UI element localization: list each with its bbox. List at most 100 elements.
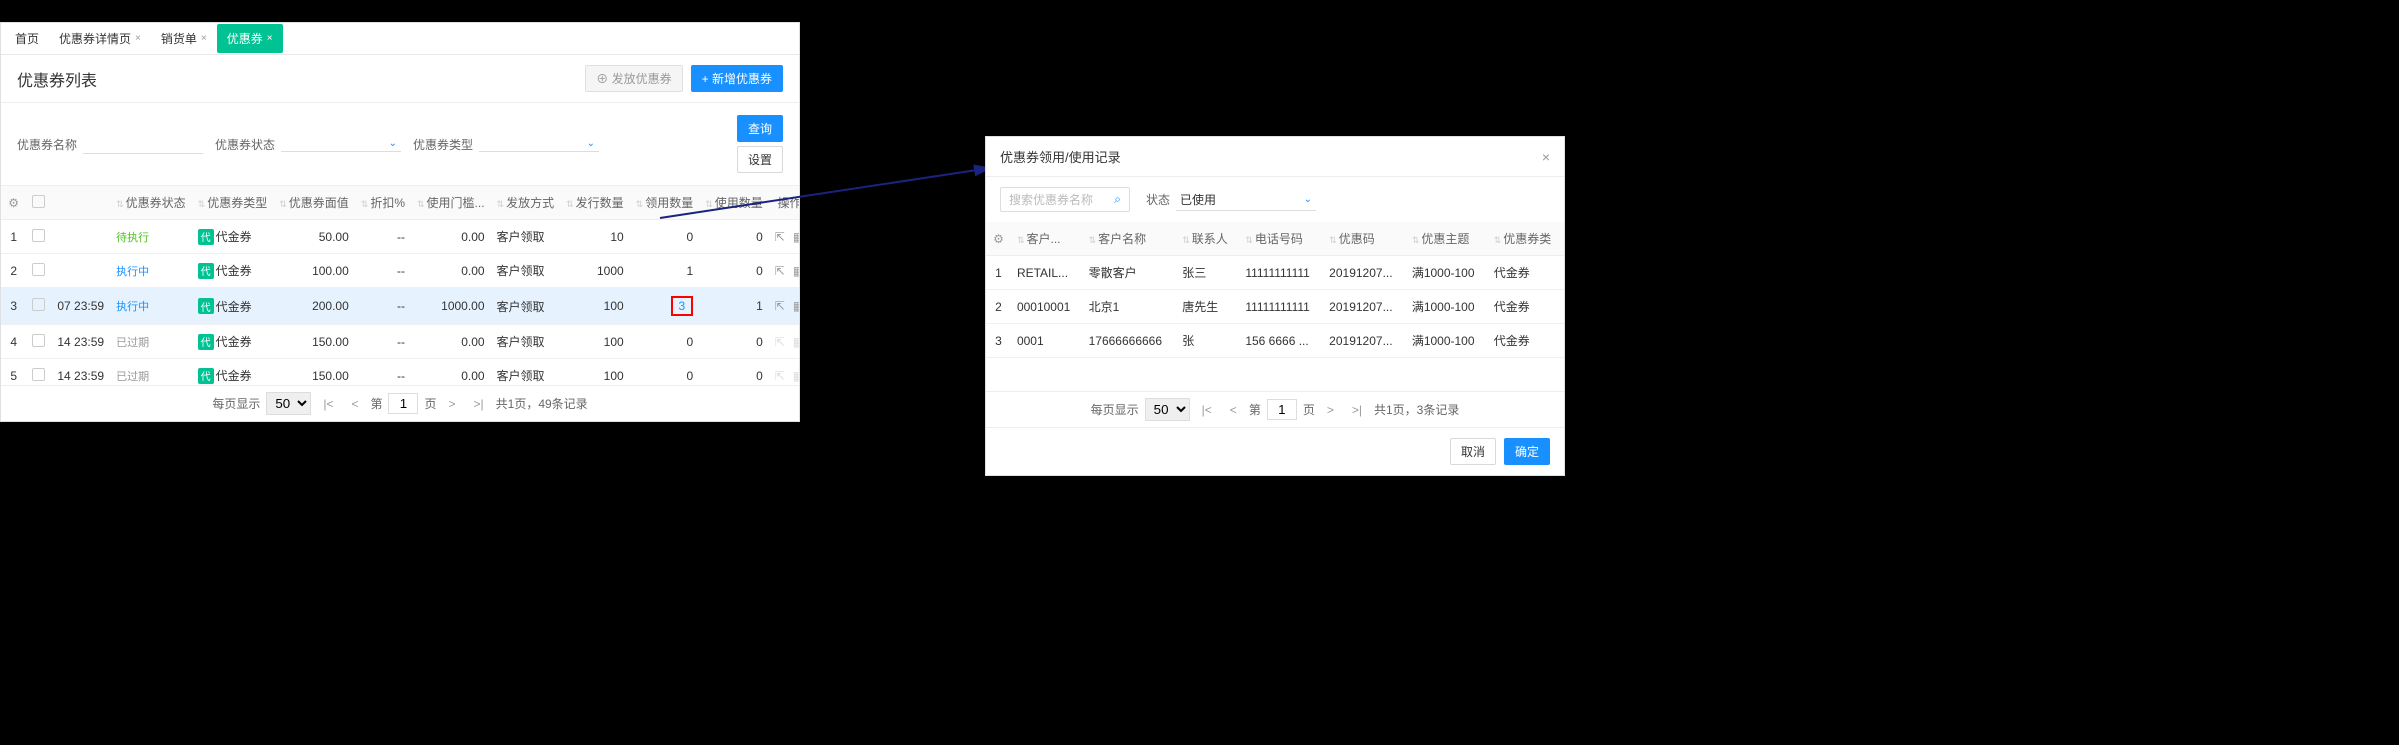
page-prefix: 第 — [370, 395, 382, 412]
sort-icon[interactable]: ⇅ — [1412, 235, 1420, 245]
qrcode-icon[interactable]: ▦ — [793, 369, 799, 383]
tab-coupon[interactable]: 优惠券× — [217, 24, 283, 53]
prev-page[interactable]: < — [1224, 401, 1243, 419]
search-button[interactable]: 查询 — [737, 115, 783, 142]
gear-icon[interactable]: ⚙ — [8, 196, 19, 210]
table-row[interactable]: 2 执行中 代代金券 100.00 -- 0.00 客户领取 1000 1 0 … — [1, 254, 799, 288]
add-coupon-button[interactable]: + 新增优惠券 — [691, 65, 783, 92]
col-cust-name[interactable]: 客户名称 — [1098, 232, 1146, 246]
table-row[interactable]: 2 00010001 北京1 唐先生 11111111111 20191207.… — [986, 290, 1564, 324]
sort-icon[interactable]: ⇅ — [361, 199, 369, 209]
next-page[interactable]: > — [443, 395, 462, 413]
status-badge: 执行中 — [116, 300, 149, 314]
sort-icon[interactable]: ⇅ — [1182, 235, 1190, 245]
sort-icon[interactable]: ⇅ — [1329, 235, 1337, 245]
confirm-button[interactable]: 确定 — [1504, 438, 1550, 465]
close-icon[interactable]: × — [267, 33, 273, 44]
table-row[interactable]: 3 07 23:59 执行中 代代金券 200.00 -- 1000.00 客户… — [1, 288, 799, 325]
search-icon[interactable]: ⌕ — [1114, 192, 1121, 207]
tab-detail[interactable]: 优惠券详情页× — [49, 24, 151, 53]
per-page-select[interactable]: 50 — [1145, 398, 1190, 421]
col-discount[interactable]: 折扣% — [370, 196, 405, 210]
sort-icon[interactable]: ⇅ — [279, 199, 287, 209]
distribute-button[interactable]: ⊕ 发放优惠券 — [585, 65, 682, 92]
tab-home[interactable]: 首页 — [5, 24, 49, 53]
col-contact[interactable]: 联系人 — [1192, 232, 1228, 246]
col-status[interactable]: 优惠券状态 — [126, 196, 186, 210]
page-header: 优惠券列表 ⊕ 发放优惠券 + 新增优惠券 — [1, 55, 799, 103]
per-page-select[interactable]: 50 — [266, 392, 311, 415]
sort-icon[interactable]: ⇅ — [566, 199, 574, 209]
filter-status-label: 优惠券状态 — [215, 136, 275, 153]
modal-title: 优惠券领用/使用记录 — [1000, 147, 1121, 166]
table-row[interactable]: 5 14 23:59 已过期 代代金券 150.00 -- 0.00 客户领取 … — [1, 359, 799, 386]
tab-sales[interactable]: 销货单× — [151, 24, 217, 53]
sort-icon[interactable]: ⇅ — [1245, 235, 1253, 245]
col-type[interactable]: 优惠券类 — [1503, 232, 1551, 246]
col-type[interactable]: 优惠券类型 — [207, 196, 267, 210]
page-summary: 共1页，49条记录 — [496, 395, 588, 412]
col-method[interactable]: 发放方式 — [506, 196, 554, 210]
page-input[interactable] — [1267, 399, 1297, 420]
sort-icon[interactable]: ⇅ — [116, 199, 124, 209]
first-page[interactable]: |< — [1196, 401, 1218, 419]
table-row[interactable]: 1 待执行 代代金券 50.00 -- 0.00 客户领取 10 0 0 ⇱▦ — [1, 220, 799, 254]
sort-icon[interactable]: ⇅ — [497, 199, 505, 209]
filter-type-select[interactable]: ⌄ — [479, 136, 599, 152]
qrcode-icon[interactable]: ▦ — [793, 299, 799, 313]
table-row[interactable]: 4 14 23:59 已过期 代代金券 150.00 -- 0.00 客户领取 … — [1, 325, 799, 359]
last-page[interactable]: >| — [1346, 401, 1368, 419]
row-checkbox[interactable] — [32, 334, 45, 347]
share-icon[interactable]: ⇱ — [775, 299, 785, 313]
close-icon[interactable]: × — [135, 33, 141, 44]
share-icon[interactable]: ⇱ — [775, 264, 785, 278]
sort-icon[interactable]: ⇅ — [705, 199, 713, 209]
table-row[interactable]: 1 RETAIL... 零散客户 张三 11111111111 20191207… — [986, 256, 1564, 290]
next-page[interactable]: > — [1321, 401, 1340, 419]
share-icon[interactable]: ⇱ — [775, 335, 785, 349]
col-issued[interactable]: 发行数量 — [576, 196, 624, 210]
modal-search[interactable]: ⌕ — [1000, 187, 1130, 212]
close-icon[interactable]: × — [1542, 149, 1550, 165]
col-phone[interactable]: 电话号码 — [1255, 232, 1303, 246]
filter-name-input[interactable] — [83, 135, 203, 154]
filter-status-select[interactable]: ⌄ — [281, 136, 401, 152]
sort-icon[interactable]: ⇅ — [636, 199, 644, 209]
sort-icon[interactable]: ⇅ — [1017, 235, 1025, 245]
last-page[interactable]: >| — [468, 395, 490, 413]
col-received[interactable]: 领用数量 — [645, 196, 693, 210]
close-icon[interactable]: × — [201, 33, 207, 44]
qrcode-icon[interactable]: ▦ — [793, 335, 799, 349]
col-threshold[interactable]: 使用门槛... — [427, 196, 485, 210]
col-cust-no[interactable]: 客户... — [1026, 232, 1060, 246]
gear-icon[interactable]: ⚙ — [993, 232, 1004, 246]
sort-icon[interactable]: ⇅ — [1494, 235, 1502, 245]
sort-icon[interactable]: ⇅ — [417, 199, 425, 209]
sort-icon[interactable]: ⇅ — [198, 199, 206, 209]
row-checkbox[interactable] — [32, 368, 45, 381]
share-icon[interactable]: ⇱ — [775, 369, 785, 383]
cancel-button[interactable]: 取消 — [1450, 438, 1496, 465]
share-icon[interactable]: ⇱ — [775, 230, 785, 244]
sort-icon[interactable]: ⇅ — [1089, 235, 1097, 245]
first-page[interactable]: |< — [317, 395, 339, 413]
qrcode-icon[interactable]: ▦ — [793, 264, 799, 278]
row-checkbox[interactable] — [32, 229, 45, 242]
col-face[interactable]: 优惠券面值 — [289, 196, 349, 210]
received-link[interactable]: 3 — [671, 296, 694, 316]
modal-search-input[interactable] — [1009, 193, 1110, 207]
settings-button[interactable]: 设置 — [737, 146, 783, 173]
table-row[interactable]: 3 0001 17666666666 张 156 6666 ... 201912… — [986, 324, 1564, 358]
row-checkbox[interactable] — [32, 298, 45, 311]
row-checkbox[interactable] — [32, 263, 45, 276]
qrcode-icon[interactable]: ▦ — [793, 230, 799, 244]
col-code[interactable]: 优惠码 — [1339, 232, 1375, 246]
col-subject[interactable]: 优惠主题 — [1421, 232, 1469, 246]
select-all-checkbox[interactable] — [32, 195, 45, 208]
modal-status-select[interactable]: 已使用 ⌄ — [1176, 189, 1316, 211]
prev-page[interactable]: < — [345, 395, 364, 413]
page-input[interactable] — [388, 393, 418, 414]
voucher-icon: 代 — [198, 298, 214, 314]
voucher-icon: 代 — [198, 263, 214, 279]
col-used[interactable]: 使用数量 — [715, 196, 763, 210]
